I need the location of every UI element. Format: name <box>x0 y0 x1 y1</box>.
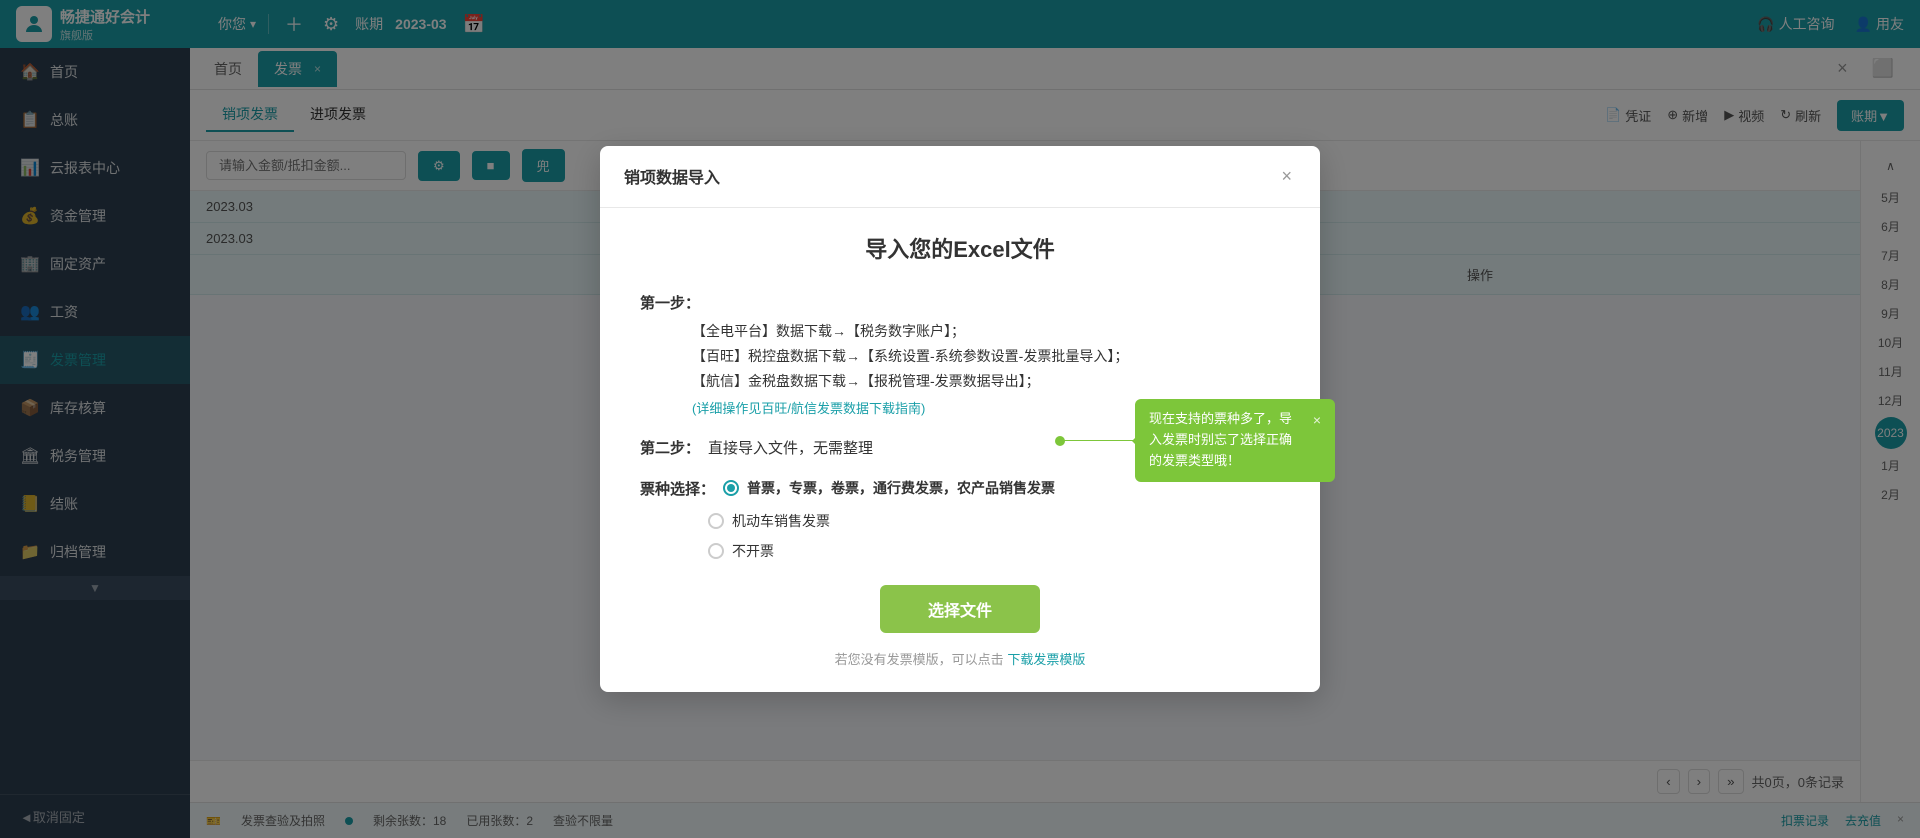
modal-close-btn[interactable]: × <box>1277 162 1296 191</box>
tooltip-area: × 现在支持的票种多了，导入发票时别忘了选择正确的发票类型哦！ <box>1060 440 1140 441</box>
tooltip-text: 现在支持的票种多了，导入发票时别忘了选择正确的发票类型哦！ <box>1149 411 1292 468</box>
radio-option-3[interactable]: 不开票 <box>708 541 1280 561</box>
radio-circle-2 <box>708 513 724 529</box>
radio-circle-3 <box>708 543 724 559</box>
radio-option-1[interactable]: 普票，专票，卷票，通行费发票，农产品销售发票 <box>723 478 1055 498</box>
step-1-line-3: 【航信】金税盘数据下载→【报税管理-发票数据导出】； <box>692 369 1280 394</box>
download-template-link[interactable]: 下载发票模版 <box>1007 652 1085 667</box>
step-1-label: 第一步： <box>640 292 1280 313</box>
modal-overlay: 销项数据导入 × 导入您的Excel文件 第一步： 【全电平台】数据下载→【税务… <box>0 0 1920 838</box>
radio-dot-1 <box>727 484 735 492</box>
ticket-section: 票种选择： 普票，专票，卷票，通行费发票，农产品销售发票 <box>640 478 1280 561</box>
extra-radios: 机动车销售发票 不开票 <box>708 511 1280 561</box>
radio-option-2[interactable]: 机动车销售发票 <box>708 511 1280 531</box>
radio-group: 普票，专票，卷票，通行费发票，农产品销售发票 <box>723 478 1055 498</box>
tooltip-bubble: × 现在支持的票种多了，导入发票时别忘了选择正确的发票类型哦！ <box>1135 399 1335 481</box>
modal-title: 销项数据导入 <box>624 164 720 188</box>
step-2-text: 直接导入文件，无需整理 <box>708 437 873 458</box>
modal-subtitle: 导入您的Excel文件 <box>640 232 1280 264</box>
download-note: 若您没有发票模版，可以点击 下载发票模版 <box>640 649 1280 668</box>
modal-header: 销项数据导入 × <box>600 146 1320 208</box>
step-1-line-2: 【百旺】税控盘数据下载→【系统设置-系统参数设置-发票批量导入】； <box>692 344 1280 369</box>
tooltip-dot <box>1055 436 1065 446</box>
step-1-line-1: 【全电平台】数据下载→【税务数字账户】； <box>692 319 1280 344</box>
tooltip-close-btn[interactable]: × <box>1313 409 1321 431</box>
select-file-btn[interactable]: 选择文件 <box>880 585 1040 633</box>
radio-circle-1 <box>723 480 739 496</box>
guide-link[interactable]: (详细操作见百旺/航信发票数据下载指南) <box>692 401 925 416</box>
